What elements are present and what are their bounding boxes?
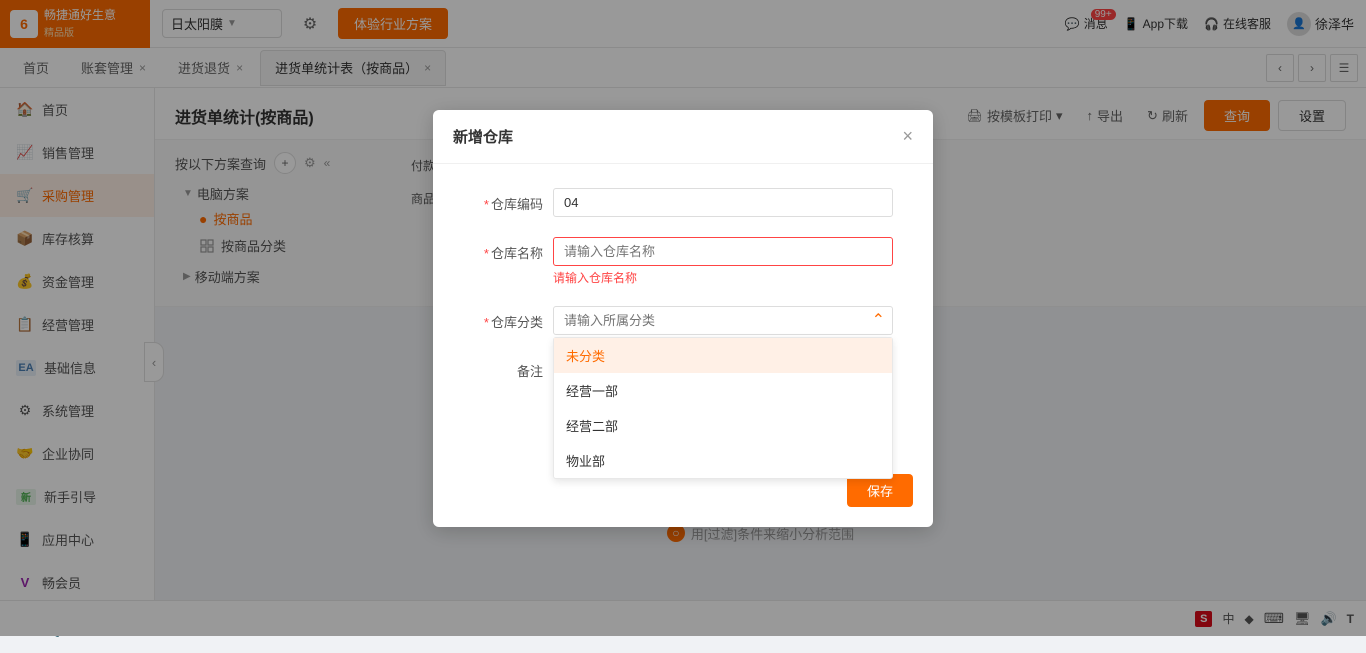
name-input[interactable] — [553, 237, 893, 266]
code-field — [553, 188, 893, 217]
code-input[interactable] — [553, 188, 893, 217]
name-error-message: 请输入仓库名称 — [553, 269, 893, 286]
form-row-code: 仓库编码 — [473, 188, 893, 217]
modal-header: 新增仓库 × — [433, 110, 933, 164]
modal-overlay: 新增仓库 × 仓库编码 仓库名称 请输入仓库名称 仓库分类 — [0, 0, 1366, 636]
category-option-dept1[interactable]: 经营一部 — [554, 373, 892, 408]
category-label: 仓库分类 — [473, 306, 553, 331]
modal-close-button[interactable]: × — [902, 127, 913, 145]
category-input[interactable] — [553, 306, 893, 335]
add-warehouse-modal: 新增仓库 × 仓库编码 仓库名称 请输入仓库名称 仓库分类 — [433, 110, 933, 527]
category-option-property[interactable]: 物业部 — [554, 443, 892, 478]
modal-title: 新增仓库 — [453, 126, 513, 147]
form-row-name: 仓库名称 请输入仓库名称 — [473, 237, 893, 286]
category-dropdown: 未分类 经营一部 经营二部 物业部 — [553, 337, 893, 479]
modal-body: 仓库编码 仓库名称 请输入仓库名称 仓库分类 ⌃ — [433, 164, 933, 462]
category-option-unclassified[interactable]: 未分类 — [554, 338, 892, 373]
category-option-dept2[interactable]: 经营二部 — [554, 408, 892, 443]
category-field: ⌃ 未分类 经营一部 经营二部 物业部 — [553, 306, 893, 335]
form-row-category: 仓库分类 ⌃ 未分类 经营一部 经营二部 物业部 — [473, 306, 893, 335]
code-label: 仓库编码 — [473, 188, 553, 213]
name-field: 请输入仓库名称 — [553, 237, 893, 286]
name-label: 仓库名称 — [473, 237, 553, 262]
remark-label: 备注 — [473, 355, 553, 380]
category-arrow-icon[interactable]: ⌃ — [872, 310, 885, 330]
